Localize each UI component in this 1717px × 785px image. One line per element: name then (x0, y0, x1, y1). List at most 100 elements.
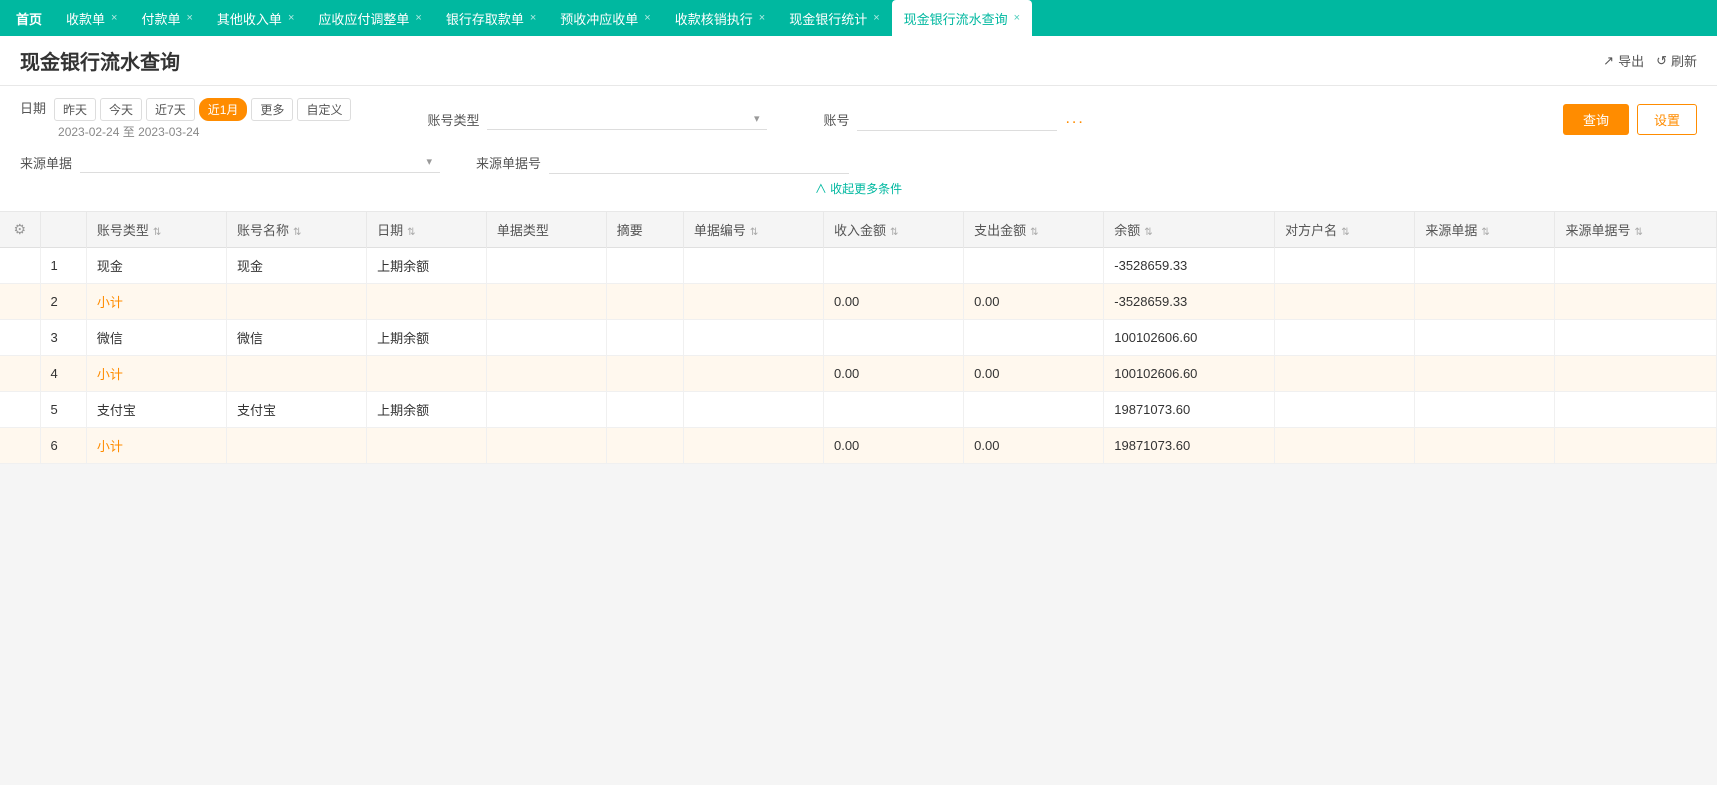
sort-icon-doc-no: ⇅ (750, 227, 758, 238)
date-btn-more[interactable]: 更多 (251, 98, 293, 121)
col-date[interactable]: 日期⇅ (367, 212, 487, 248)
account-input[interactable] (857, 107, 1057, 131)
col-doc-no[interactable]: 单据编号⇅ (683, 212, 823, 248)
col-expense[interactable]: 支出金额⇅ (964, 212, 1104, 248)
account-type-select[interactable]: ▾ (487, 108, 767, 130)
cell-source-doc (1415, 248, 1555, 284)
collapse-filter-button[interactable]: ∧ 收起更多条件 (20, 174, 1697, 199)
col-counter-party-label: 对方户名 (1285, 223, 1337, 238)
nav-home-label: 首页 (16, 9, 42, 28)
col-balance[interactable]: 余额⇅ (1104, 212, 1275, 248)
cell-source-doc-no (1555, 248, 1717, 284)
cell-account-type: 现金 (86, 248, 226, 284)
account-type-arrow-icon: ▾ (754, 112, 760, 125)
col-source-doc-no[interactable]: 来源单据号⇅ (1555, 212, 1717, 248)
nav-close-prepay-offset[interactable]: × (644, 12, 650, 24)
col-expense-label: 支出金额 (974, 223, 1026, 238)
nav-close-receipt[interactable]: × (111, 12, 117, 24)
nav-item-payment[interactable]: 付款单 × (129, 0, 204, 36)
table-header: ⚙ 账号类型⇅ 账号名称⇅ 日期⇅ 单据类型 摘要 单据编号⇅ 收入金额⇅ 支出… (0, 212, 1717, 248)
cell-doc-type (486, 284, 606, 320)
cell-expense: 0.00 (964, 284, 1104, 320)
table-row: 4小计0.000.00100102606.60 (0, 356, 1717, 392)
cell-source-doc (1415, 284, 1555, 320)
nav-close-cash-flow[interactable]: × (1014, 12, 1020, 24)
nav-close-other-income[interactable]: × (288, 12, 294, 24)
nav-item-ap-adjust[interactable]: 应收应付调整单 × (306, 0, 433, 36)
cell-income (823, 248, 963, 284)
cell-balance: -3528659.33 (1104, 248, 1275, 284)
col-gear[interactable]: ⚙ (0, 212, 40, 248)
col-summary-label: 摘要 (617, 223, 643, 238)
col-income[interactable]: 收入金额⇅ (823, 212, 963, 248)
col-account-type[interactable]: 账号类型⇅ (86, 212, 226, 248)
date-btn-7days[interactable]: 近7天 (146, 98, 195, 121)
sort-icon-income: ⇅ (890, 227, 898, 238)
cell-source-doc-no (1555, 392, 1717, 428)
table-row: 5支付宝支付宝上期余额19871073.60 (0, 392, 1717, 428)
export-button[interactable]: ↗ 导出 (1603, 51, 1644, 70)
date-btn-1month[interactable]: 近1月 (199, 98, 248, 121)
cell-source-doc (1415, 392, 1555, 428)
nav-item-receipt-exec[interactable]: 收款核销执行 × (663, 0, 777, 36)
sort-icon-source-doc: ⇅ (1481, 227, 1489, 238)
cell-gear (0, 320, 40, 356)
cell-balance: 100102606.60 (1104, 320, 1275, 356)
cell-gear (0, 392, 40, 428)
cell-source-doc-no (1555, 428, 1717, 464)
account-dots-button[interactable]: ... (1065, 110, 1084, 128)
col-summary: 摘要 (606, 212, 683, 248)
cell-idx: 2 (40, 284, 86, 320)
cell-account-name: 支付宝 (226, 392, 366, 428)
query-button[interactable]: 查询 (1563, 104, 1629, 135)
export-icon: ↗ (1603, 53, 1614, 69)
settings-button[interactable]: 设置 (1637, 104, 1697, 135)
cell-account-type: 小计 (86, 356, 226, 392)
cell-income (823, 320, 963, 356)
col-account-name[interactable]: 账号名称⇅ (226, 212, 366, 248)
cell-date: 上期余额 (367, 320, 487, 356)
refresh-button[interactable]: ↺ 刷新 (1656, 51, 1697, 70)
cell-idx: 1 (40, 248, 86, 284)
cell-doc-no (683, 320, 823, 356)
date-filter-label: 日期 (20, 98, 46, 117)
date-range-display: 2023-02-24 至 2023-03-24 (58, 123, 351, 140)
nav-close-ap-adjust[interactable]: × (415, 12, 421, 24)
nav-close-cash-stat[interactable]: × (873, 12, 879, 24)
source-doc-select[interactable]: ▾ (80, 151, 440, 173)
cell-expense: 0.00 (964, 428, 1104, 464)
nav-item-cash-stat[interactable]: 现金银行统计 × (777, 0, 891, 36)
sort-icon-account-type: ⇅ (153, 227, 161, 238)
cell-doc-no (683, 428, 823, 464)
nav-item-receipt[interactable]: 收款单 × (54, 0, 129, 36)
cell-summary (606, 248, 683, 284)
col-account-name-label: 账号名称 (237, 223, 289, 238)
cell-summary (606, 392, 683, 428)
cell-doc-type (486, 320, 606, 356)
cell-account-type: 小计 (86, 428, 226, 464)
col-source-doc[interactable]: 来源单据⇅ (1415, 212, 1555, 248)
nav-item-home[interactable]: 首页 (4, 0, 54, 36)
table-row: 6小计0.000.0019871073.60 (0, 428, 1717, 464)
source-doc-label: 来源单据 (20, 153, 72, 172)
cell-idx: 5 (40, 392, 86, 428)
date-btn-custom[interactable]: 自定义 (297, 98, 351, 121)
date-btn-today[interactable]: 今天 (100, 98, 142, 121)
date-btn-yesterday[interactable]: 昨天 (54, 98, 96, 121)
nav-item-other-income[interactable]: 其他收入单 × (205, 0, 306, 36)
cell-balance: 19871073.60 (1104, 392, 1275, 428)
cell-doc-type (486, 248, 606, 284)
table-body: 1现金现金上期余额-3528659.332小计0.000.00-3528659.… (0, 248, 1717, 464)
sort-icon-balance: ⇅ (1144, 227, 1152, 238)
source-doc-num-input[interactable] (549, 150, 849, 174)
nav-close-payment[interactable]: × (186, 12, 192, 24)
cell-gear (0, 356, 40, 392)
nav-item-cash-flow[interactable]: 现金银行流水查询 × (892, 0, 1032, 36)
nav-close-bank-deposit[interactable]: × (530, 12, 536, 24)
cell-counter-party (1275, 320, 1415, 356)
nav-item-bank-deposit[interactable]: 银行存取款单 × (434, 0, 548, 36)
cell-balance: 19871073.60 (1104, 428, 1275, 464)
nav-item-prepay-offset[interactable]: 预收冲应收单 × (548, 0, 662, 36)
col-counter-party[interactable]: 对方户名⇅ (1275, 212, 1415, 248)
nav-close-receipt-exec[interactable]: × (759, 12, 765, 24)
